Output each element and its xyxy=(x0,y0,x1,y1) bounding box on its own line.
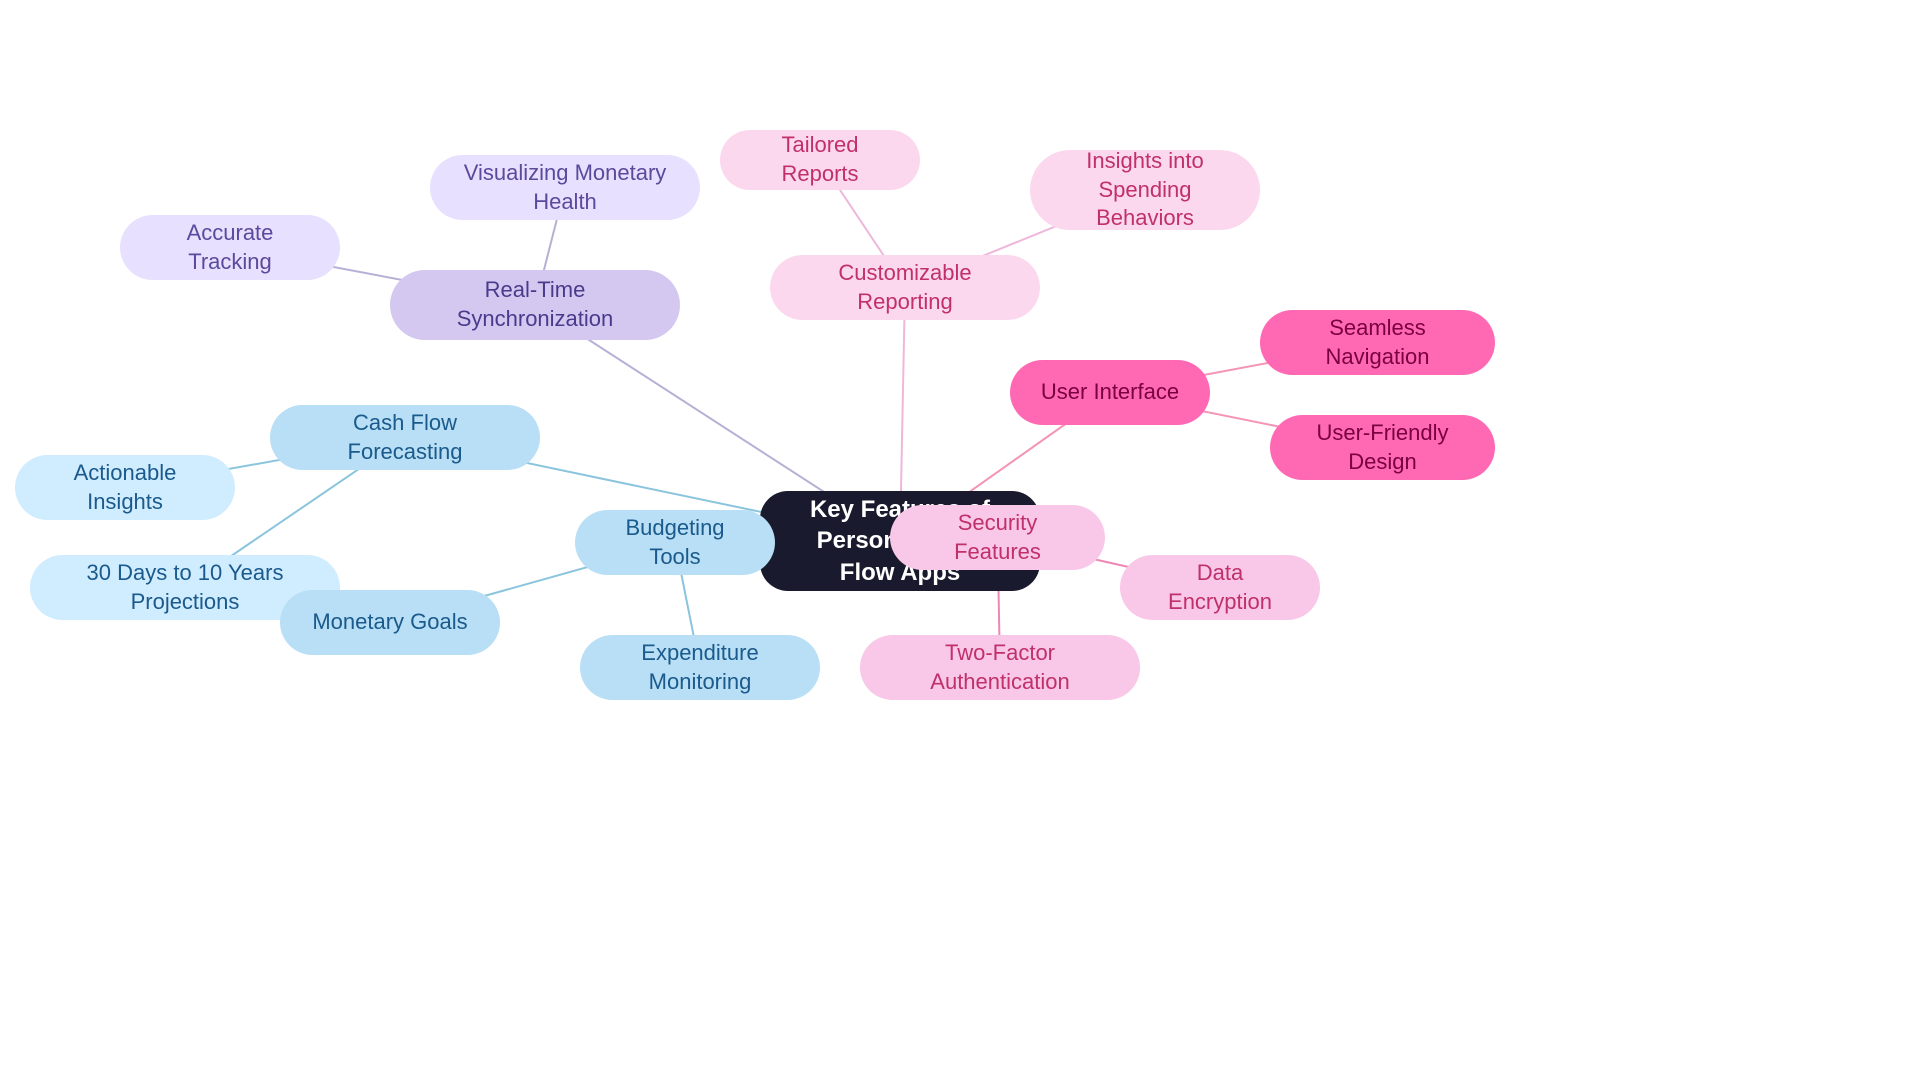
node-insights-spending: Insights into Spending Behaviors xyxy=(1030,150,1260,230)
node-monetary-goals: Monetary Goals xyxy=(280,590,500,655)
node-cash-flow-forecasting: Cash Flow Forecasting xyxy=(270,405,540,470)
node-tailored-reports: Tailored Reports xyxy=(720,130,920,190)
node-security-features: Security Features xyxy=(890,505,1105,570)
node-seamless-navigation: Seamless Navigation xyxy=(1260,310,1495,375)
node-user-interface: User Interface xyxy=(1010,360,1210,425)
node-two-factor-auth: Two-Factor Authentication xyxy=(860,635,1140,700)
node-actionable-insights: Actionable Insights xyxy=(15,455,235,520)
node-accurate-tracking: Accurate Tracking xyxy=(120,215,340,280)
node-visualizing-monetary: Visualizing Monetary Health xyxy=(430,155,700,220)
mind-map: Key Features of Personal Cash Flow AppsR… xyxy=(0,0,1920,1083)
node-real-time-sync: Real-Time Synchronization xyxy=(390,270,680,340)
node-customizable-reporting: Customizable Reporting xyxy=(770,255,1040,320)
node-budgeting-tools: Budgeting Tools xyxy=(575,510,775,575)
node-data-encryption: Data Encryption xyxy=(1120,555,1320,620)
node-user-friendly-design: User-Friendly Design xyxy=(1270,415,1495,480)
node-expenditure-monitoring: Expenditure Monitoring xyxy=(580,635,820,700)
